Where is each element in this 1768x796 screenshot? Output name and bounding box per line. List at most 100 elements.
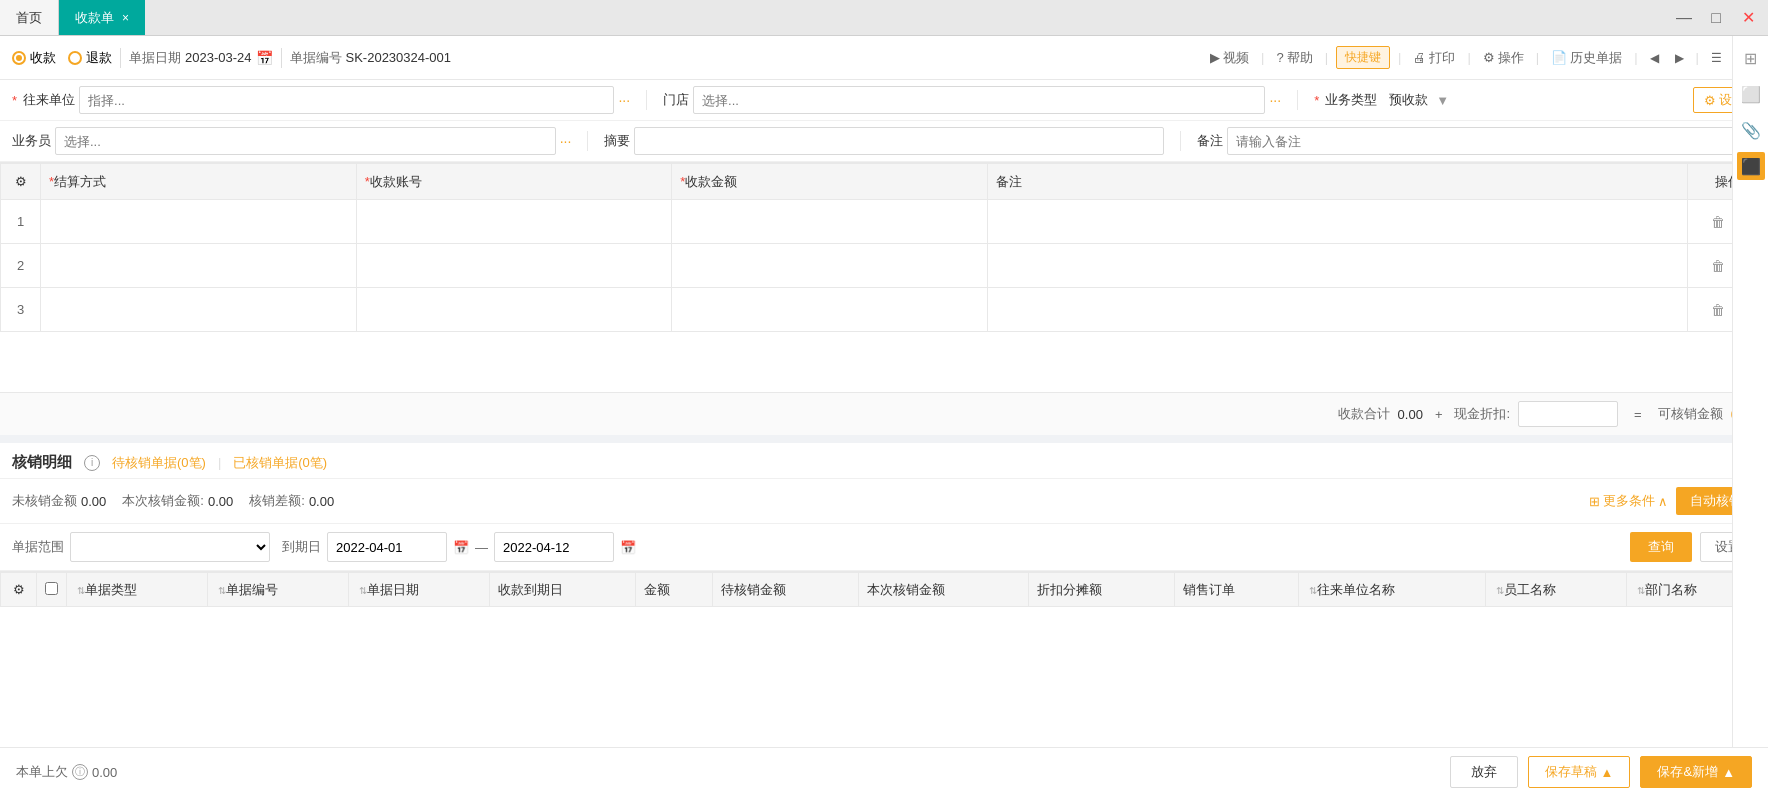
main-table: ⚙ *结算方式 *收款账号 *收款金额 备注 操作 xyxy=(0,163,1768,332)
row-2-settlement[interactable] xyxy=(41,244,357,288)
footer-bar: 本单上欠 ⓘ 0.00 放弃 保存草稿 ▲ 保存&新增 ▲ xyxy=(0,747,1768,796)
operation-button[interactable]: ⚙ 操作 xyxy=(1479,47,1528,69)
row-num-3: 3 xyxy=(1,288,41,332)
current-amount: 本次核销金额: 0.00 xyxy=(122,492,233,510)
bottom-col-settings[interactable]: ⚙ xyxy=(1,573,37,607)
row-3-amount[interactable] xyxy=(672,288,988,332)
sidebar-expand-icon[interactable]: ⬜ xyxy=(1737,80,1765,108)
partner-more-button[interactable]: ··· xyxy=(618,92,630,108)
store-input[interactable] xyxy=(693,86,1265,114)
remark-input[interactable] xyxy=(1227,127,1756,155)
select-all-checkbox[interactable] xyxy=(45,582,58,595)
row-1-remark[interactable] xyxy=(988,200,1688,244)
this-order-value: 0.00 xyxy=(92,765,117,780)
row-3-remark[interactable] xyxy=(988,288,1688,332)
verify-title: 核销明细 xyxy=(12,453,72,472)
footer-info: 本单上欠 ⓘ 0.00 xyxy=(16,763,117,781)
total-label: 收款合计 xyxy=(1338,405,1390,423)
plus-sign: + xyxy=(1435,407,1443,422)
tab-close-icon[interactable]: × xyxy=(122,11,129,25)
print-button[interactable]: 🖨 打印 xyxy=(1409,47,1459,69)
staff-input[interactable] xyxy=(55,127,556,155)
business-type-value: 预收款 xyxy=(1389,91,1428,109)
row-3-delete-button[interactable]: 🗑 xyxy=(1711,302,1725,318)
form-row-2: 业务员 ··· 摘要 备注 xyxy=(0,121,1768,162)
total-value: 0.00 xyxy=(1398,407,1423,422)
discount-input[interactable] xyxy=(1518,401,1618,427)
pending-tab[interactable]: 待核销单据(0笔) xyxy=(112,454,206,472)
range-select[interactable] xyxy=(70,532,270,562)
radio-refund[interactable]: 退款 xyxy=(68,49,112,67)
row-1-account[interactable] xyxy=(356,200,672,244)
row-2-account[interactable] xyxy=(356,244,672,288)
partner-input[interactable] xyxy=(79,86,614,114)
date-to-input[interactable] xyxy=(494,532,614,562)
row-2-amount[interactable] xyxy=(672,244,988,288)
summary-row: 收款合计 0.00 + 现金折扣: = 可核销金额 0.00 xyxy=(0,392,1768,435)
bottom-col-sales-order: 销售订单 xyxy=(1175,573,1298,607)
query-button[interactable]: 查询 xyxy=(1630,532,1692,562)
video-button[interactable]: ▶ 视频 xyxy=(1206,47,1253,69)
row-1-settlement[interactable] xyxy=(41,200,357,244)
number-label: 单据编号 xyxy=(290,49,342,67)
store-more-button[interactable]: ··· xyxy=(1269,92,1281,108)
row-1-amount[interactable] xyxy=(672,200,988,244)
sidebar-attachment-icon[interactable]: 📎 xyxy=(1737,116,1765,144)
row-3-account[interactable] xyxy=(356,288,672,332)
save-draft-label: 保存草稿 xyxy=(1545,763,1597,781)
history-button[interactable]: 📄 历史单据 xyxy=(1547,47,1626,69)
summary-label: 摘要 xyxy=(604,132,630,150)
date-from-input[interactable] xyxy=(327,532,447,562)
bottom-col-amount: 金额 xyxy=(636,573,713,607)
verify-info-icon[interactable]: i xyxy=(84,455,100,471)
radio-receipt[interactable]: 收款 xyxy=(12,49,56,67)
col-account-header: *收款账号 xyxy=(356,164,672,200)
bottom-col-due-date: 收款到期日 xyxy=(490,573,636,607)
due-date-label: 到期日 xyxy=(282,538,321,556)
bottom-table: ⚙ ⇅单据类型 ⇅单据编号 ⇅单据日期 收款到期日 xyxy=(0,572,1768,607)
row-3-settlement[interactable] xyxy=(41,288,357,332)
sidebar-edit-icon[interactable]: ⬛ xyxy=(1737,152,1765,180)
help-button[interactable]: ? 帮助 xyxy=(1272,47,1316,69)
tab-home[interactable]: 首页 xyxy=(0,0,59,35)
tab-bar: 首页 收款单 × — □ ✕ xyxy=(0,0,1768,36)
chevron-down-icon[interactable]: ▼ xyxy=(1436,93,1449,108)
close-button[interactable]: ✕ xyxy=(1736,6,1760,30)
radio-receipt-dot xyxy=(12,51,26,65)
nav-right-button[interactable]: ▶ xyxy=(1671,49,1688,67)
video-icon: ▶ xyxy=(1210,50,1220,65)
bottom-col-checkbox[interactable] xyxy=(37,573,67,607)
sort-arrows-6: ⇅ xyxy=(1637,585,1645,596)
done-tab[interactable]: 已核销单据(0笔) xyxy=(233,454,327,472)
bottom-col-partner: ⇅往来单位名称 xyxy=(1298,573,1485,607)
save-new-button[interactable]: 保存&新增 ▲ xyxy=(1640,756,1752,788)
this-order-info-icon[interactable]: ⓘ xyxy=(72,764,88,780)
date-from-calendar-icon[interactable]: 📅 xyxy=(453,540,469,555)
nav-left-button[interactable]: ◀ xyxy=(1646,49,1663,67)
summary-input[interactable] xyxy=(634,127,1163,155)
discard-button[interactable]: 放弃 xyxy=(1450,756,1518,788)
business-type-field: * 业务类型 预收款 ▼ xyxy=(1314,91,1685,109)
date-dash: — xyxy=(475,540,488,555)
minimize-button[interactable]: — xyxy=(1672,6,1696,30)
date-label: 单据日期 xyxy=(129,49,181,67)
footer-right: 放弃 保存草稿 ▲ 保存&新增 ▲ xyxy=(1450,756,1752,788)
staff-more-button[interactable]: ··· xyxy=(560,133,572,149)
row-2-delete-button[interactable]: 🗑 xyxy=(1711,258,1725,274)
more-conditions-button[interactable]: ⊞ 更多条件 ∧ xyxy=(1589,492,1668,510)
row-2-remark[interactable] xyxy=(988,244,1688,288)
date-to-calendar-icon[interactable]: 📅 xyxy=(620,540,636,555)
date-range-field: 到期日 📅 — 📅 xyxy=(282,532,636,562)
partner-label: 往来单位 xyxy=(23,91,75,109)
list-view-button[interactable]: ☰ xyxy=(1707,49,1726,67)
row-1-delete-button[interactable]: 🗑 xyxy=(1711,214,1725,230)
save-draft-button[interactable]: 保存草稿 ▲ xyxy=(1528,756,1631,788)
shortcut-button[interactable]: 快捷键 xyxy=(1336,46,1390,69)
maximize-button[interactable]: □ xyxy=(1704,6,1728,30)
tab-receipt[interactable]: 收款单 × xyxy=(59,0,145,35)
tab-home-label: 首页 xyxy=(16,9,42,27)
col-settings-header[interactable]: ⚙ xyxy=(1,164,41,200)
sidebar-table-icon[interactable]: ⊞ xyxy=(1737,44,1765,72)
toolbar-right: ▶ 视频 | ? 帮助 | 快捷键 | 🖨 打印 | ⚙ 操作 | 📄 xyxy=(1206,46,1756,69)
calendar-icon[interactable]: 📅 xyxy=(256,50,273,66)
